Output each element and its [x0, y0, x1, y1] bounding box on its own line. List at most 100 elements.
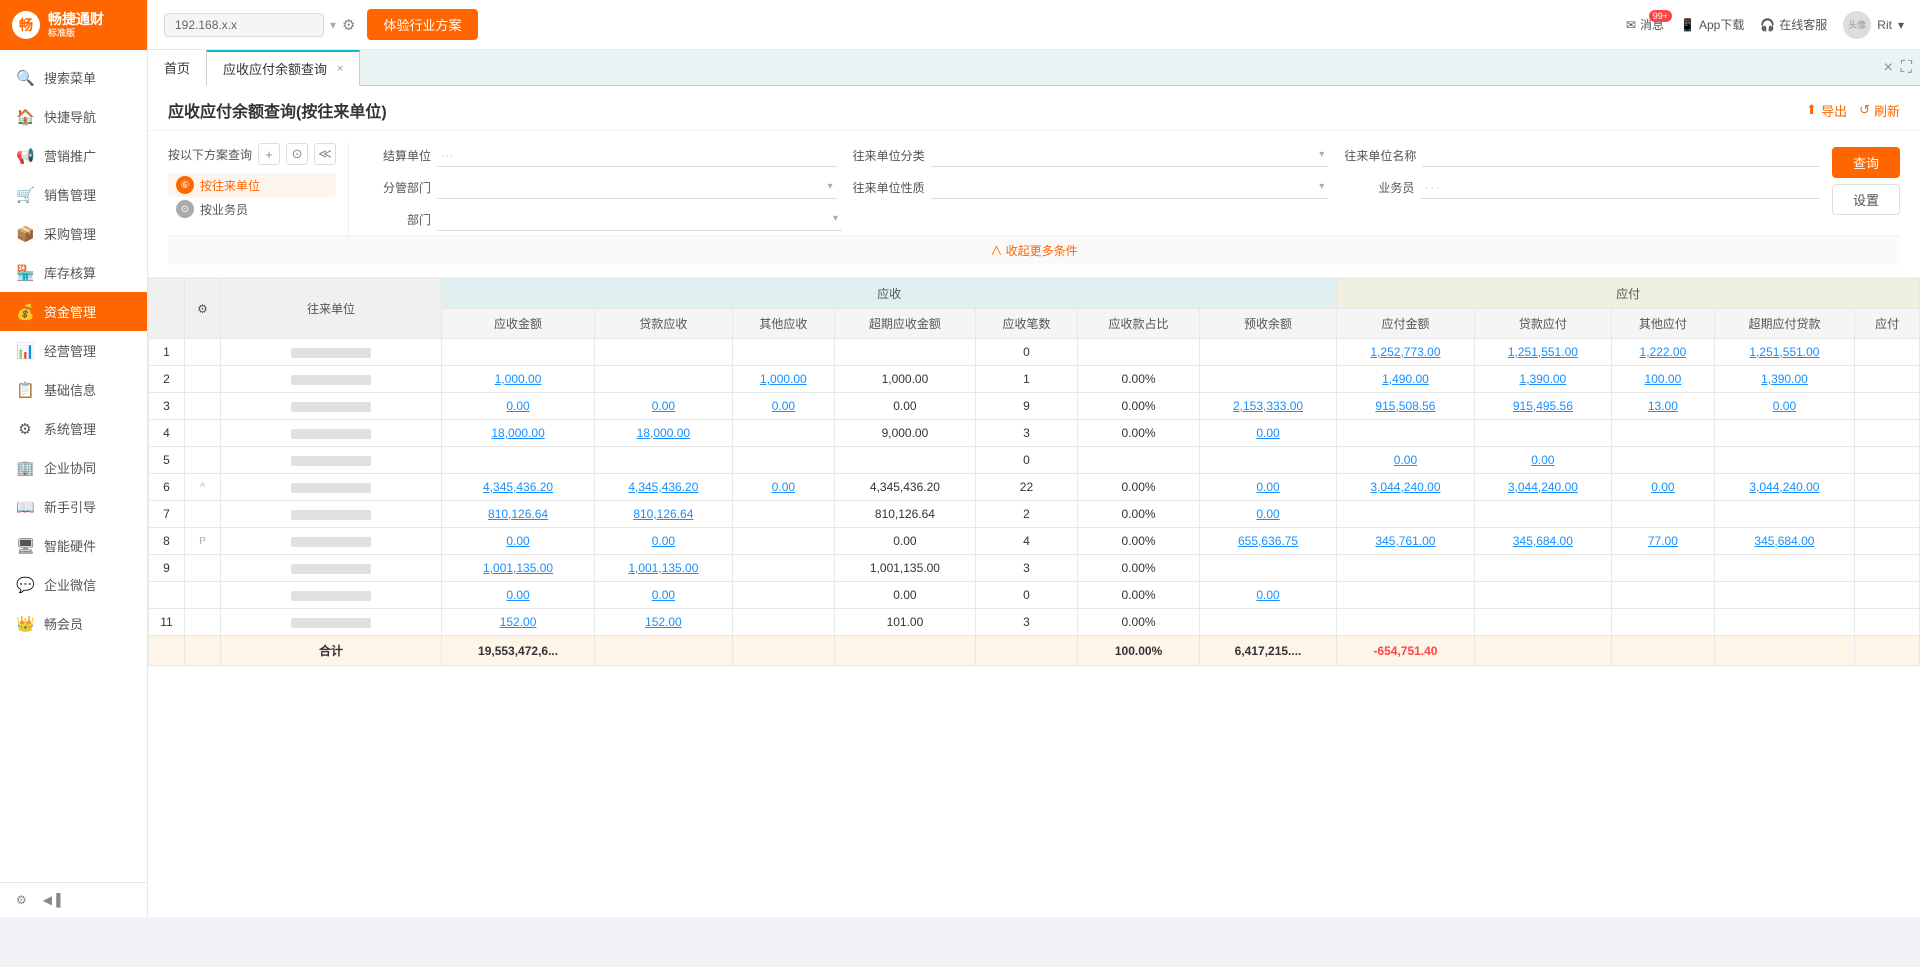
row-rec-amount[interactable]: 0.00	[441, 528, 594, 555]
row-prepaid[interactable]: 0.00	[1199, 582, 1336, 609]
row-prepaid[interactable]: 655,636.75	[1199, 528, 1336, 555]
row-rec-amount[interactable]: 152.00	[441, 609, 594, 636]
filter-settings-button[interactable]: ⊙	[286, 143, 308, 165]
row-overdue-pay[interactable]: 3,044,240.00	[1714, 474, 1854, 501]
row-pay-amount[interactable]: 1,252,773.00	[1337, 339, 1474, 366]
row-unit-name[interactable]	[221, 420, 442, 447]
user-menu[interactable]: 头像 Rit ▾	[1843, 11, 1904, 39]
window-close-button[interactable]: ×	[1883, 59, 1892, 77]
row-rec-amount[interactable]	[441, 339, 594, 366]
sidebar-item-member[interactable]: 👑 畅会员	[0, 604, 147, 643]
row-other-pay[interactable]	[1612, 555, 1715, 582]
row-loan-rec[interactable]: 18,000.00	[595, 420, 732, 447]
row-rec-amount[interactable]: 18,000.00	[441, 420, 594, 447]
row-other-pay[interactable]: 77.00	[1612, 528, 1715, 555]
row-other-pay[interactable]: 100.00	[1612, 366, 1715, 393]
sidebar-settings-icon[interactable]: ⚙	[16, 893, 27, 907]
row-overdue-pay[interactable]: 1,251,551.00	[1714, 339, 1854, 366]
sidebar-item-marketing[interactable]: 📢 营销推广	[0, 136, 147, 175]
row-unit-name[interactable]	[221, 609, 442, 636]
row-pay-amount[interactable]	[1337, 420, 1474, 447]
row-other-pay[interactable]	[1612, 501, 1715, 528]
dept-input[interactable]: ▾	[437, 175, 837, 199]
row-loan-pay[interactable]	[1474, 555, 1611, 582]
row-other-rec[interactable]	[732, 501, 835, 528]
sidebar-item-smart[interactable]: 🖥 智能硬件	[0, 526, 147, 565]
row-loan-pay[interactable]	[1474, 582, 1611, 609]
row-loan-rec[interactable]: 0.00	[595, 582, 732, 609]
sidebar-item-search[interactable]: 🔍 搜索菜单	[0, 58, 147, 97]
sidebar-item-purchase[interactable]: 📦 采购管理	[0, 214, 147, 253]
row-other-rec[interactable]	[732, 555, 835, 582]
row-loan-rec[interactable]: 810,126.64	[595, 501, 732, 528]
row-unit-name[interactable]	[221, 339, 442, 366]
row-pay-amount[interactable]	[1337, 609, 1474, 636]
row-overdue-pay[interactable]	[1714, 609, 1854, 636]
unit-name-input[interactable]	[1422, 143, 1820, 167]
row-loan-pay[interactable]: 1,390.00	[1474, 366, 1611, 393]
row-pay-amount[interactable]: 0.00	[1337, 447, 1474, 474]
filter-option-salesperson[interactable]: ⊙ 按业务员	[168, 197, 336, 221]
row-pay-amount[interactable]	[1337, 501, 1474, 528]
row-loan-rec[interactable]: 1,001,135.00	[595, 555, 732, 582]
header-address[interactable]: 192.168.x.x	[164, 13, 324, 37]
row-loan-rec[interactable]	[595, 447, 732, 474]
row-other-rec[interactable]	[732, 582, 835, 609]
row-loan-rec[interactable]	[595, 366, 732, 393]
settlement-unit-input[interactable]: ···	[437, 143, 837, 167]
sidebar-item-guide[interactable]: 📖 新手引导	[0, 487, 147, 526]
row-loan-pay[interactable]: 915,495.56	[1474, 393, 1611, 420]
row-prepaid[interactable]	[1199, 447, 1336, 474]
add-filter-button[interactable]: +	[258, 143, 280, 165]
sidebar-item-sales[interactable]: 🛒 销售管理	[0, 175, 147, 214]
row-loan-rec[interactable]: 0.00	[595, 528, 732, 555]
filter-collapse-bar[interactable]: ∧ 收起更多条件	[168, 235, 1900, 265]
row-pay-amount[interactable]: 345,761.00	[1337, 528, 1474, 555]
unit-nature-input[interactable]: ▾	[931, 175, 1329, 199]
row-pay-amount[interactable]: 1,490.00	[1337, 366, 1474, 393]
row-unit-name[interactable]	[221, 582, 442, 609]
row-loan-rec[interactable]	[595, 339, 732, 366]
row-prepaid[interactable]: 0.00	[1199, 420, 1336, 447]
row-overdue-pay[interactable]	[1714, 582, 1854, 609]
row-other-rec[interactable]	[732, 447, 835, 474]
app-download-button[interactable]: 📱 App下载	[1680, 16, 1744, 33]
export-button[interactable]: ⬆ 导出	[1806, 101, 1847, 120]
row-prepaid[interactable]: 0.00	[1199, 474, 1336, 501]
row-overdue-pay[interactable]: 345,684.00	[1714, 528, 1854, 555]
header-dropdown-icon[interactable]: ▾	[330, 18, 336, 32]
row-loan-pay[interactable]: 1,251,551.00	[1474, 339, 1611, 366]
row-loan-rec[interactable]: 152.00	[595, 609, 732, 636]
sidebar-item-wechat[interactable]: 💬 企业微信	[0, 565, 147, 604]
sidebar-item-enterprise[interactable]: 🏢 企业协同	[0, 448, 147, 487]
row-pay-amount[interactable]	[1337, 555, 1474, 582]
tab-arbalance[interactable]: 应收应付余额查询 ×	[207, 50, 360, 86]
promo-button[interactable]: 体验行业方案	[367, 9, 477, 40]
header-gear-icon[interactable]: ⚙	[342, 16, 355, 34]
row-unit-name[interactable]	[221, 501, 442, 528]
window-expand-button[interactable]: ⛶	[1901, 59, 1912, 77]
sidebar-item-system[interactable]: ⚙ 系统管理	[0, 409, 147, 448]
settings-button[interactable]: 设置	[1832, 184, 1900, 215]
row-overdue-pay[interactable]	[1714, 501, 1854, 528]
row-other-rec[interactable]	[732, 528, 835, 555]
row-other-rec[interactable]	[732, 339, 835, 366]
row-rec-amount[interactable]: 0.00	[441, 393, 594, 420]
row-unit-name[interactable]	[221, 528, 442, 555]
filter-option-unit[interactable]: ⑥ 按往来单位	[168, 173, 336, 197]
row-other-pay[interactable]	[1612, 447, 1715, 474]
row-loan-pay[interactable]: 0.00	[1474, 447, 1611, 474]
row-overdue-pay[interactable]: 0.00	[1714, 393, 1854, 420]
row-rec-amount[interactable]: 1,001,135.00	[441, 555, 594, 582]
row-rec-amount[interactable]: 810,126.64	[441, 501, 594, 528]
row-other-pay[interactable]: 1,222.00	[1612, 339, 1715, 366]
salesperson-input[interactable]: ···	[1420, 175, 1820, 199]
row-overdue-pay[interactable]	[1714, 555, 1854, 582]
row-pay-amount[interactable]: 3,044,240.00	[1337, 474, 1474, 501]
row-other-rec[interactable]	[732, 420, 835, 447]
row-other-rec[interactable]: 1,000.00	[732, 366, 835, 393]
tab-home[interactable]: 首页	[148, 50, 207, 86]
row-other-pay[interactable]: 13.00	[1612, 393, 1715, 420]
row-prepaid[interactable]: 0.00	[1199, 501, 1336, 528]
sidebar-item-inventory[interactable]: 🏪 库存核算	[0, 253, 147, 292]
